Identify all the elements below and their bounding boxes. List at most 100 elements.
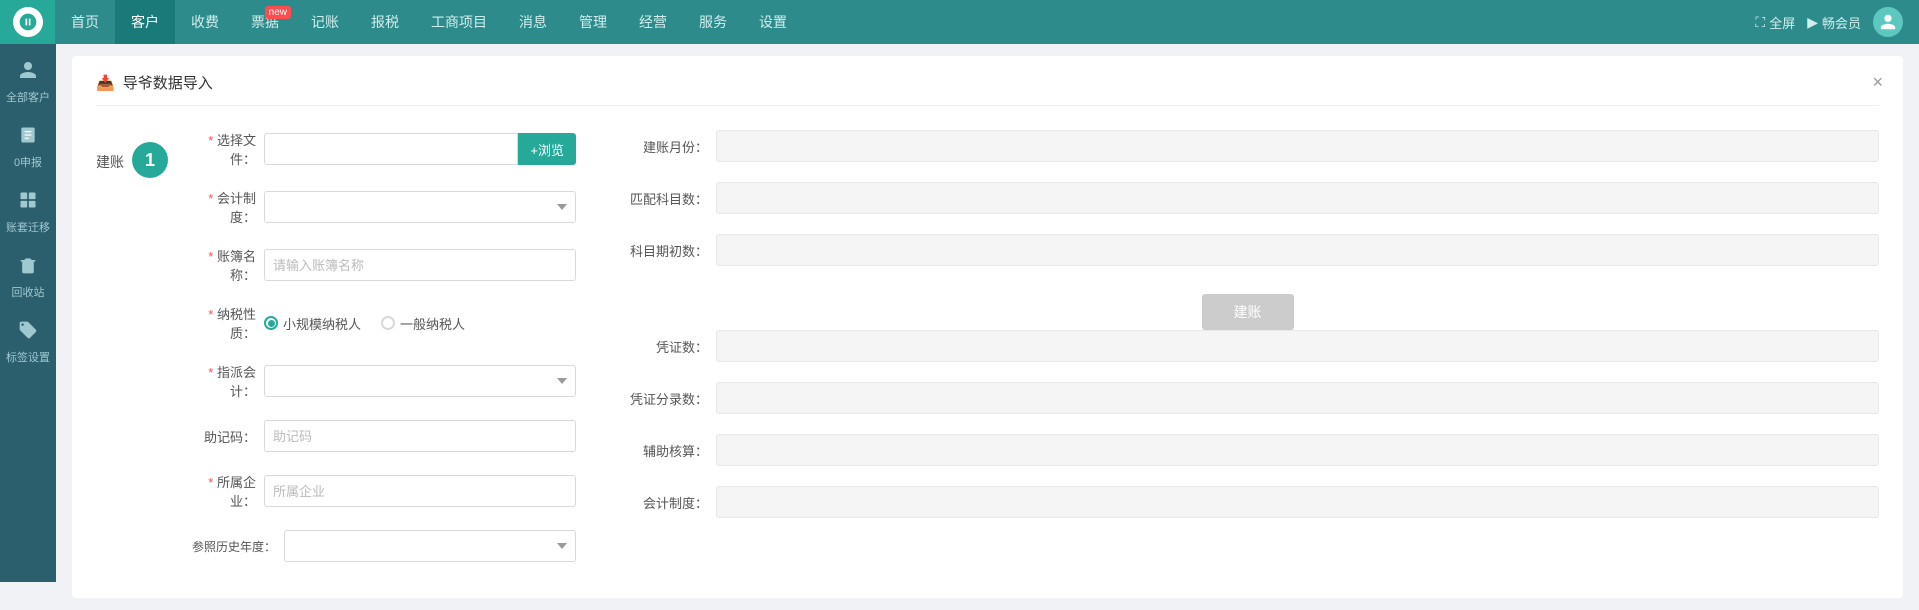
migration-icon xyxy=(18,190,38,215)
sidebar-label: 全部客户 xyxy=(6,89,50,105)
match-subjects-value xyxy=(716,182,1879,214)
radio-small-taxpayer[interactable]: 小规模纳税人 xyxy=(264,314,361,333)
company-control xyxy=(264,475,576,507)
history-year-row: 参照历史年度： xyxy=(184,530,576,562)
nav-item-home[interactable]: 首页 xyxy=(55,0,115,44)
sidebar-item-tag-settings[interactable]: 标签设置 xyxy=(2,312,54,373)
file-input-group: +浏览 xyxy=(264,133,576,165)
ledger-name-label: * 账簿名称： xyxy=(184,246,264,284)
voucher-entries-value xyxy=(716,382,1879,414)
build-btn-row: 建账 xyxy=(616,286,1879,330)
dialog-header: 📥 导爷数据导入 xyxy=(96,72,1879,106)
file-label: * 选择文件： xyxy=(184,130,264,168)
form-left: 建账 1 * 选择文件： xyxy=(96,130,576,582)
import-icon: 📥 xyxy=(96,74,115,92)
dialog-card: 📥 导爷数据导入 × 建账 1 * 选择 xyxy=(72,56,1903,598)
step-circle: 1 xyxy=(132,142,168,178)
sidebar: 全部客户 0申报 账套迁移 xyxy=(0,44,56,582)
nav-item-message[interactable]: 消息 xyxy=(503,0,563,44)
history-year-select[interactable] xyxy=(284,530,576,562)
close-button[interactable]: × xyxy=(1872,72,1883,93)
voucher-entries-row: 凭证分录数： xyxy=(616,382,1879,414)
nav-item-settings[interactable]: 设置 xyxy=(743,0,803,44)
ledger-name-row: * 账簿名称： xyxy=(184,246,576,284)
build-month-label: 建账月份： xyxy=(616,137,716,156)
sidebar-item-all-customers[interactable]: 全部客户 xyxy=(2,52,54,113)
history-year-control xyxy=(284,530,576,562)
company-row: * 所属企业： xyxy=(184,472,576,510)
assign-accountant-row: * 指派会计： xyxy=(184,362,576,400)
assign-accountant-select[interactable] xyxy=(264,365,576,397)
sidebar-label: 账套迁移 xyxy=(6,219,50,235)
mnemonic-row: 助记码： xyxy=(184,420,576,452)
mnemonic-input[interactable] xyxy=(264,420,576,452)
form-right: 建账月份： 匹配科目数： 科目期初数： 建账 凭证数： xyxy=(576,130,1879,582)
video-icon: ▶ xyxy=(1807,14,1818,31)
nav-item-operation[interactable]: 经营 xyxy=(623,0,683,44)
accounting-system-row: * 会计制度： xyxy=(184,188,576,226)
accounting-system-select[interactable] xyxy=(264,191,576,223)
build-month-row: 建账月份： xyxy=(616,130,1879,162)
radio-general-taxpayer[interactable]: 一般纳税人 xyxy=(381,314,465,333)
fullscreen-icon: ⛶ xyxy=(1755,14,1765,31)
fullscreen-btn[interactable]: ⛶ 全屏 xyxy=(1755,13,1795,32)
assign-accountant-control xyxy=(264,365,576,397)
logo-area[interactable] xyxy=(0,0,55,44)
nav-item-customer[interactable]: 客户 xyxy=(115,0,175,44)
avatar[interactable] xyxy=(1873,7,1903,37)
vip-btn[interactable]: ▶ 畅会员 xyxy=(1807,13,1861,32)
nav-right: ⛶ 全屏 ▶ 畅会员 xyxy=(1755,7,1919,37)
vouchers-row: 凭证数： xyxy=(616,330,1879,362)
nav-item-admin[interactable]: 管理 xyxy=(563,0,623,44)
sidebar-label: 标签设置 xyxy=(6,349,50,365)
ledger-name-control xyxy=(264,249,576,281)
right-accounting-system-row: 会计制度： xyxy=(616,486,1879,518)
step-form: * 选择文件： +浏览 xyxy=(184,130,576,582)
sidebar-item-migration[interactable]: 账套迁移 xyxy=(2,182,54,243)
accounting-system-control xyxy=(264,191,576,223)
sidebar-item-trash[interactable]: 回收站 xyxy=(2,247,54,308)
tax-type-control: 小规模纳税人 一般纳税人 xyxy=(264,307,576,339)
tax-type-row: * 纳税性质： 小规模纳税人 xyxy=(184,304,576,342)
trash-icon xyxy=(18,255,38,280)
subject-init-value xyxy=(716,234,1879,266)
file-row: * 选择文件： +浏览 xyxy=(184,130,576,168)
tax-type-label: * 纳税性质： xyxy=(184,304,264,342)
nav-item-business[interactable]: 工商项目 xyxy=(415,0,503,44)
nav-item-invoice[interactable]: 票据 new xyxy=(235,0,295,44)
build-button[interactable]: 建账 xyxy=(1202,294,1294,330)
sidebar-label: 0申报 xyxy=(14,154,42,170)
ledger-name-input[interactable] xyxy=(264,249,576,281)
browse-button[interactable]: +浏览 xyxy=(518,133,576,165)
auxiliary-row: 辅助核算： xyxy=(616,434,1879,466)
match-subjects-label: 匹配科目数： xyxy=(616,189,716,208)
radio-dot-general xyxy=(381,316,395,330)
top-nav: 首页 客户 收费 票据 new 记账 报税 工商项目 消息 管理 经营 服务 设… xyxy=(0,0,1919,44)
auxiliary-value xyxy=(716,434,1879,466)
sidebar-label: 回收站 xyxy=(12,284,45,300)
right-accounting-system-value xyxy=(716,486,1879,518)
build-month-value xyxy=(716,130,1879,162)
nav-item-service[interactable]: 服务 xyxy=(683,0,743,44)
company-input[interactable] xyxy=(264,475,576,507)
nav-item-tax[interactable]: 报税 xyxy=(355,0,415,44)
step-label: 建账 xyxy=(96,144,124,172)
auxiliary-label: 辅助核算： xyxy=(616,441,716,460)
vouchers-value xyxy=(716,330,1879,362)
match-subjects-row: 匹配科目数： xyxy=(616,182,1879,214)
company-label: * 所属企业： xyxy=(184,472,264,510)
user-icon xyxy=(18,60,38,85)
subject-init-row: 科目期初数： xyxy=(616,234,1879,266)
radio-dot-small xyxy=(264,316,278,330)
step-section: 建账 1 * 选择文件： xyxy=(96,130,576,582)
file-control: +浏览 xyxy=(264,133,576,165)
form-wrapper: 建账 1 * 选择文件： xyxy=(96,130,1879,582)
assign-accountant-label: * 指派会计： xyxy=(184,362,264,400)
nav-item-fee[interactable]: 收费 xyxy=(175,0,235,44)
sidebar-item-zero-filing[interactable]: 0申报 xyxy=(2,117,54,178)
new-badge: new xyxy=(265,6,291,19)
voucher-entries-label: 凭证分录数： xyxy=(616,389,716,408)
main-content: 📥 导爷数据导入 × 建账 1 * 选择 xyxy=(56,44,1919,610)
nav-item-bookkeeping[interactable]: 记账 xyxy=(295,0,355,44)
file-input[interactable] xyxy=(264,133,518,165)
